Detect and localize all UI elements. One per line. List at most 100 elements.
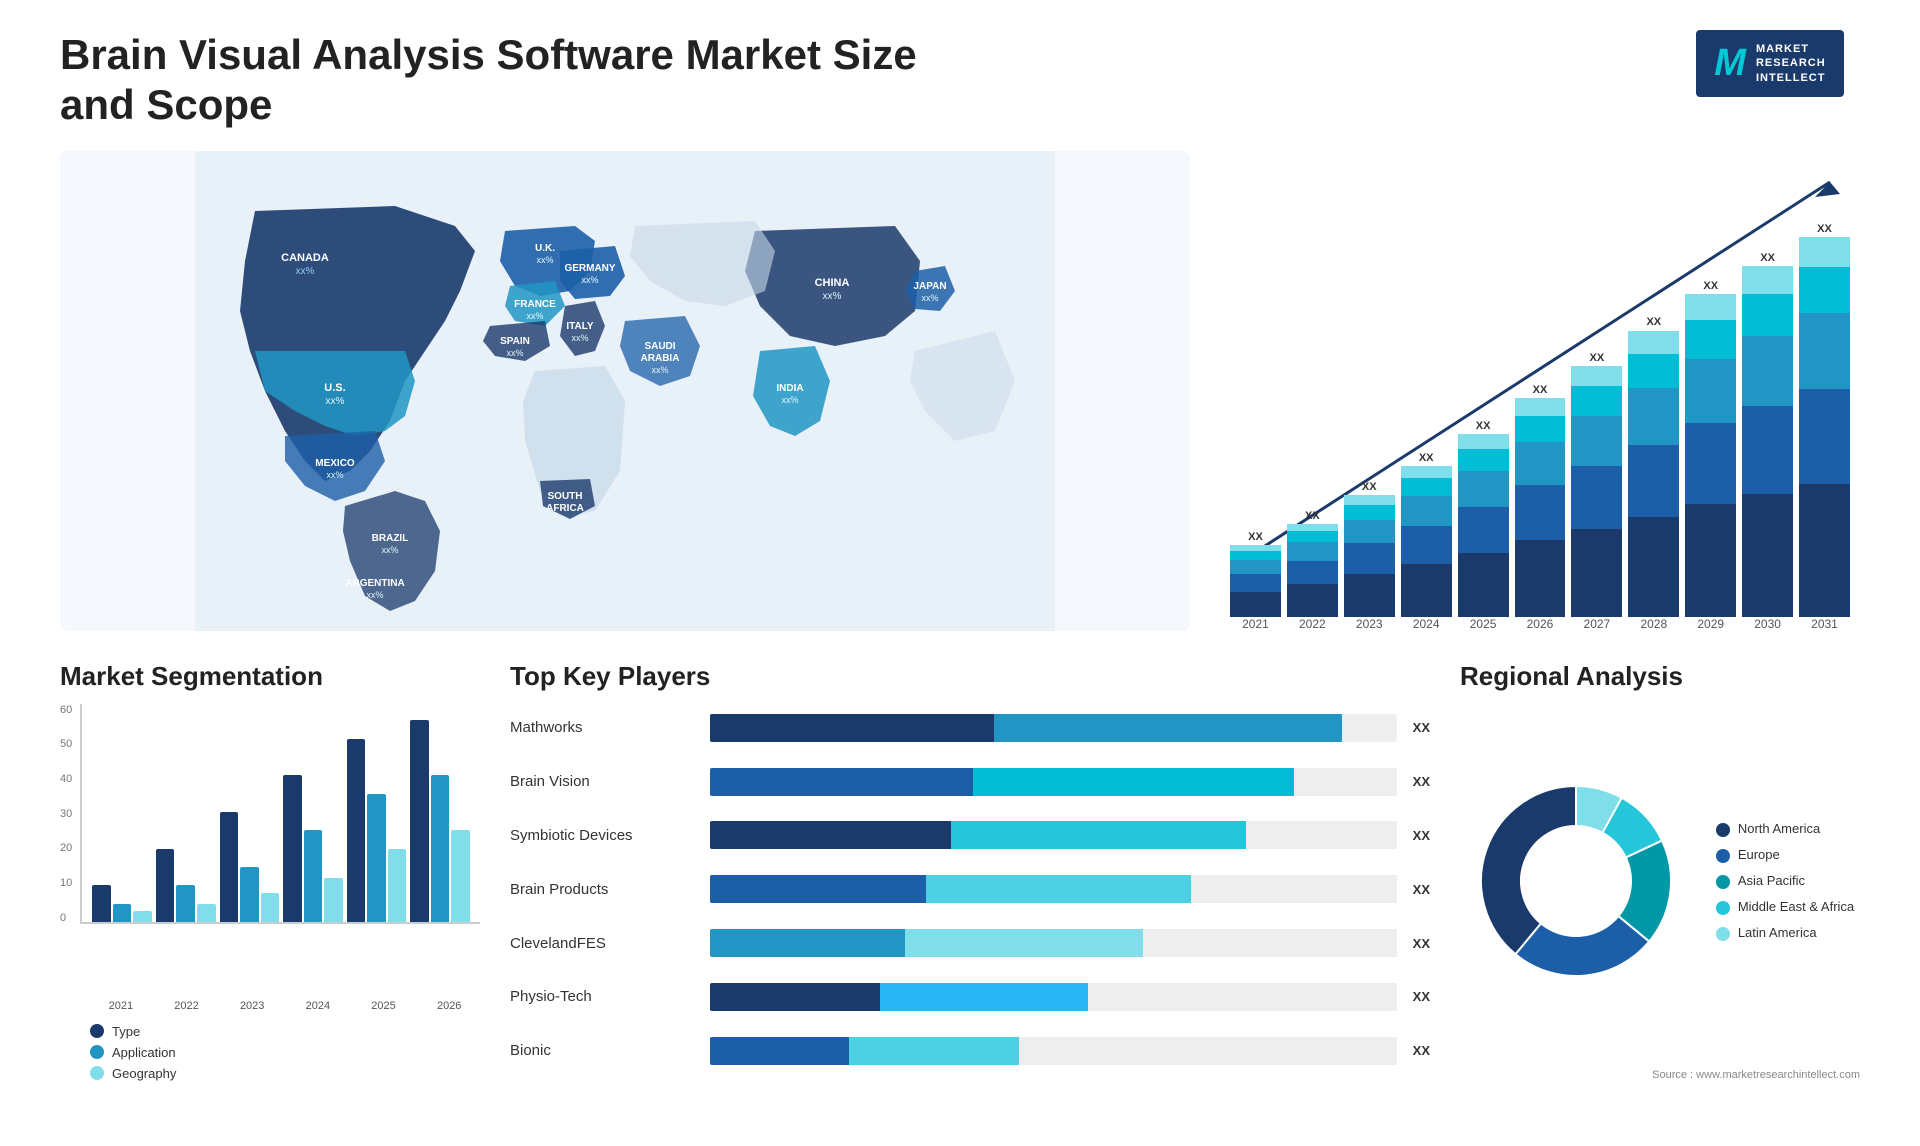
bar-stack <box>1230 545 1281 617</box>
svg-text:ITALY: ITALY <box>566 321 594 332</box>
bar-segment <box>1685 294 1736 320</box>
bar-chart-x-axis: 2021202220232024202520262027202820292030… <box>1220 617 1860 631</box>
bar-seg2 <box>905 929 1143 957</box>
regional-legend-label: Asia Pacific <box>1738 873 1805 888</box>
seg-legend: TypeApplicationGeography <box>90 1024 480 1081</box>
seg-bar <box>367 794 386 922</box>
bar-segment <box>1628 388 1679 445</box>
bar-seg1 <box>710 1037 849 1065</box>
bar-segment <box>1458 553 1509 617</box>
svg-text:INDIA: INDIA <box>776 383 803 394</box>
player-bar-bg <box>710 929 1397 957</box>
svg-text:xx%: xx% <box>536 255 553 265</box>
bar-stack <box>1799 237 1850 617</box>
legend-label: Type <box>112 1024 140 1039</box>
bar-segment <box>1571 529 1622 617</box>
bar-segment <box>1571 466 1622 529</box>
seg-y-label: 20 <box>60 842 72 854</box>
seg-y-label: 0 <box>60 912 72 924</box>
svg-text:BRAZIL: BRAZIL <box>372 533 409 544</box>
seg-y-label: 10 <box>60 877 72 889</box>
bar-segment <box>1628 445 1679 517</box>
legend-item: Type <box>90 1024 480 1039</box>
bar-group: XX <box>1515 384 1566 617</box>
bar-group: XX <box>1344 481 1395 617</box>
bar-xx-label: XX <box>1760 252 1775 264</box>
seg-y-label: 40 <box>60 773 72 785</box>
bar-segment <box>1515 540 1566 617</box>
logo-text: MARKET RESEARCH INTELLECT <box>1756 42 1826 85</box>
svg-text:xx%: xx% <box>326 396 345 407</box>
seg-group <box>156 702 216 922</box>
bar-stack <box>1287 524 1338 617</box>
bar-segment <box>1401 466 1452 478</box>
player-bar-fill <box>710 821 1246 849</box>
bar-x-label: 2025 <box>1458 617 1509 631</box>
seg-x-label: 2023 <box>221 1000 283 1012</box>
bar-segment <box>1571 416 1622 466</box>
bar-seg1 <box>710 821 951 849</box>
bar-x-label: 2026 <box>1515 617 1566 631</box>
bar-segment <box>1799 237 1850 267</box>
bar-segment <box>1571 366 1622 386</box>
bar-segment <box>1685 504 1736 617</box>
bar-segment <box>1515 398 1566 416</box>
svg-text:SPAIN: SPAIN <box>500 336 530 347</box>
regional-legend: North AmericaEuropeAsia PacificMiddle Ea… <box>1716 821 1854 941</box>
bar-segment <box>1799 267 1850 313</box>
player-bar-fill <box>710 714 1342 742</box>
legend-label: Geography <box>112 1066 176 1081</box>
bottom-section: Market Segmentation 6050403020100 202120… <box>60 661 1860 1081</box>
bar-stack <box>1571 366 1622 617</box>
map-svg: CANADA xx% U.S. xx% MEXICO xx% BRAZIL xx… <box>60 151 1190 631</box>
regional-legend-label: Middle East & Africa <box>1738 899 1854 914</box>
page: Brain Visual Analysis Software Market Si… <box>0 0 1920 1146</box>
seg-bar <box>197 904 216 922</box>
bar-segment <box>1571 386 1622 416</box>
bar-segment <box>1230 574 1281 592</box>
bar-seg2 <box>994 714 1341 742</box>
seg-bar <box>220 812 239 922</box>
bar-segment <box>1401 564 1452 617</box>
svg-text:xx%: xx% <box>651 365 668 375</box>
seg-bar <box>283 775 302 922</box>
bar-stack <box>1344 495 1395 617</box>
player-bar-bg <box>710 768 1397 796</box>
bar-chart: XXXXXXXXXXXXXXXXXXXXXX <box>1220 151 1860 617</box>
svg-text:xx%: xx% <box>581 275 598 285</box>
svg-text:xx%: xx% <box>506 348 523 358</box>
svg-text:GERMANY: GERMANY <box>564 263 615 274</box>
svg-text:xx%: xx% <box>326 470 343 480</box>
svg-text:xx%: xx% <box>921 293 938 303</box>
bar-x-label: 2023 <box>1344 617 1395 631</box>
seg-y-label: 60 <box>60 704 72 716</box>
regional-dot <box>1716 927 1730 941</box>
seg-bar <box>240 867 259 922</box>
legend-dot <box>90 1024 104 1038</box>
bar-xx-label: XX <box>1305 510 1320 522</box>
svg-text:FRANCE: FRANCE <box>514 299 556 310</box>
player-bar-fill <box>710 1037 1019 1065</box>
bar-seg1 <box>710 875 926 903</box>
player-row: Brain ProductsXX <box>510 875 1430 903</box>
bar-x-label: 2027 <box>1571 617 1622 631</box>
donut-area: North AmericaEuropeAsia PacificMiddle Ea… <box>1460 704 1860 1059</box>
seg-bar <box>92 885 111 922</box>
bar-x-label: 2022 <box>1287 617 1338 631</box>
seg-chart-area: 6050403020100 202120222023202420252026 T… <box>60 704 480 1081</box>
bar-segment <box>1344 495 1395 505</box>
player-bar-fill <box>710 929 1143 957</box>
bar-stack <box>1685 294 1736 617</box>
svg-text:xx%: xx% <box>823 291 842 302</box>
bar-xx-label: XX <box>1817 223 1832 235</box>
bar-stack <box>1742 266 1793 617</box>
svg-text:ARABIA: ARABIA <box>641 353 680 364</box>
seg-group <box>220 702 280 922</box>
svg-text:xx%: xx% <box>781 395 798 405</box>
player-name: Brain Vision <box>510 773 700 790</box>
regional-title: Regional Analysis <box>1460 661 1860 692</box>
player-bar-fill <box>710 983 1088 1011</box>
player-row: Symbiotic DevicesXX <box>510 821 1430 849</box>
bar-stack <box>1458 434 1509 617</box>
player-row: ClevelandFESXX <box>510 929 1430 957</box>
